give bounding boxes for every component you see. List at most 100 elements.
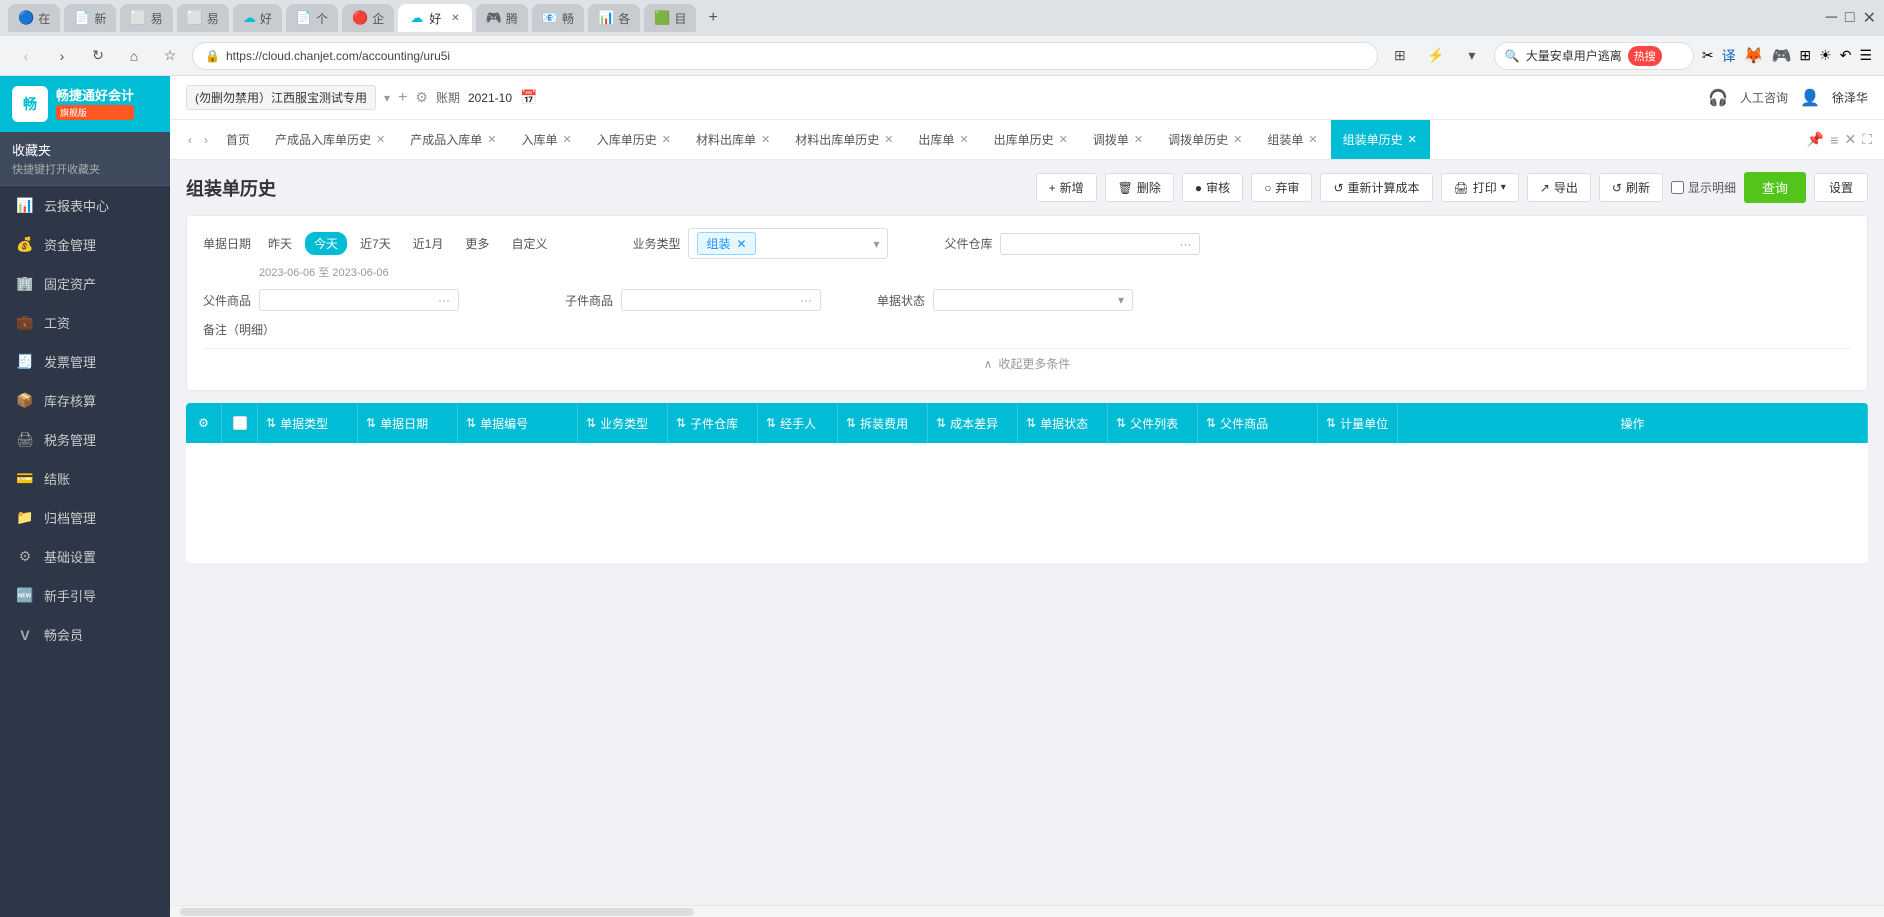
- qr-code-btn[interactable]: ⊞: [1386, 42, 1414, 70]
- nav-left-arrow[interactable]: ‹: [182, 133, 198, 147]
- tab-8-close[interactable]: ✕: [451, 13, 459, 24]
- ai-consult-label[interactable]: 人工咨询: [1740, 89, 1788, 106]
- approve-button[interactable]: ● 审核: [1182, 173, 1243, 202]
- nav-in-history-close[interactable]: ✕: [662, 133, 671, 146]
- history-icon[interactable]: ↶: [1840, 47, 1852, 64]
- lightning-btn[interactable]: ⚡: [1422, 42, 1450, 70]
- custom-btn[interactable]: 自定义: [502, 232, 556, 255]
- th-order-type[interactable]: ⇅ 单据类型: [258, 403, 358, 443]
- tab-7[interactable]: 🔴 企: [342, 4, 394, 32]
- tab-2[interactable]: 📄 新: [64, 4, 116, 32]
- nav-assembly-history[interactable]: 组装单历史 ✕: [1331, 120, 1430, 160]
- print-button[interactable]: 🖨 打印 ▾: [1441, 173, 1519, 202]
- select-all-checkbox[interactable]: [233, 416, 247, 430]
- nav-transfer[interactable]: 调拨单 ✕: [1081, 120, 1156, 160]
- minimize-btn[interactable]: ─: [1826, 9, 1837, 27]
- th-order-no[interactable]: ⇅ 单据编号: [458, 403, 578, 443]
- yesterday-btn[interactable]: 昨天: [259, 232, 301, 255]
- nav-produce-in-close[interactable]: ✕: [487, 133, 496, 146]
- order-status-selector[interactable]: ▾: [933, 289, 1133, 311]
- address-bar[interactable]: 🔒 https://cloud.chanjet.com/accounting/u…: [192, 42, 1378, 70]
- back-btn[interactable]: ‹: [12, 42, 40, 70]
- nav-in-order-close[interactable]: ✕: [563, 133, 572, 146]
- parent-goods-selector[interactable]: ···: [259, 289, 459, 311]
- th-checkbox[interactable]: [222, 403, 258, 443]
- forward-btn[interactable]: ›: [48, 42, 76, 70]
- nav-in-order[interactable]: 入库单 ✕: [509, 120, 584, 160]
- sidebar-item-inventory[interactable]: 📦 库存核算: [0, 381, 170, 420]
- sidebar-item-basic-settings[interactable]: ⚙ 基础设置: [0, 537, 170, 576]
- nav-close-all-icon[interactable]: ✕: [1844, 131, 1856, 148]
- nav-more-icon[interactable]: ≡: [1830, 132, 1838, 148]
- nav-assembly-order[interactable]: 组装单 ✕: [1255, 120, 1330, 160]
- today-btn[interactable]: 今天: [305, 232, 347, 255]
- export-button[interactable]: ↗ 导出: [1527, 173, 1591, 202]
- address-dropdown-btn[interactable]: ▾: [1458, 42, 1486, 70]
- calendar-icon[interactable]: 📅: [520, 89, 537, 106]
- sidebar-item-membership[interactable]: V 畅会员: [0, 615, 170, 654]
- horizontal-scrollbar[interactable]: [180, 908, 694, 916]
- maximize-btn[interactable]: □: [1845, 9, 1855, 27]
- add-company-btn[interactable]: +: [398, 89, 407, 107]
- nav-right-arrow[interactable]: ›: [198, 133, 214, 147]
- nav-material-out-history[interactable]: 材料出库单历史 ✕: [783, 120, 906, 160]
- tab-3[interactable]: ⬜ 易: [120, 4, 172, 32]
- tab-11[interactable]: 📊 各: [588, 4, 640, 32]
- th-disassemble-fee[interactable]: ⇅ 拆装费用: [838, 403, 928, 443]
- th-unit[interactable]: ⇅ 计量单位: [1318, 403, 1398, 443]
- week-btn[interactable]: 近7天: [351, 232, 400, 255]
- sun-icon[interactable]: ☀: [1819, 47, 1832, 64]
- reload-btn[interactable]: ↻: [84, 42, 112, 70]
- tab-9[interactable]: 🎮 腾: [476, 4, 528, 32]
- nav-out-order-close[interactable]: ✕: [959, 133, 968, 146]
- nav-produce-in-history-close[interactable]: ✕: [376, 133, 385, 146]
- home-btn[interactable]: ⌂: [120, 42, 148, 70]
- sidebar-item-fixed-assets[interactable]: 🏢 固定资产: [0, 264, 170, 303]
- settings-button[interactable]: 设置: [1814, 173, 1868, 202]
- sidebar-bookmark[interactable]: 收藏夹 快捷键打开收藏夹: [0, 132, 170, 186]
- nav-produce-in-history[interactable]: 产成品入库单历史 ✕: [263, 120, 398, 160]
- th-child-warehouse[interactable]: ⇅ 子件仓库: [668, 403, 758, 443]
- show-detail-checkbox-label[interactable]: 显示明细: [1671, 179, 1736, 196]
- nav-transfer-history[interactable]: 调拨单历史 ✕: [1156, 120, 1255, 160]
- gear-icon[interactable]: ⚙: [415, 89, 428, 106]
- th-biz-type[interactable]: ⇅ 业务类型: [578, 403, 668, 443]
- company-selector[interactable]: (勿删勿禁用）江西服宝测试专用 ▾ + ⚙ 账期 2021-10 📅: [186, 85, 537, 110]
- th-parent-list[interactable]: ⇅ 父件列表: [1108, 403, 1198, 443]
- refresh-button[interactable]: ↺ 刷新: [1599, 173, 1663, 202]
- abandon-button[interactable]: ○ 弃审: [1251, 173, 1312, 202]
- child-goods-selector[interactable]: ···: [621, 289, 821, 311]
- translate-icon[interactable]: 译: [1722, 46, 1736, 66]
- month-btn[interactable]: 近1月: [404, 232, 453, 255]
- sidebar-item-guide[interactable]: 🆕 新手引导: [0, 576, 170, 615]
- nav-assembly-history-close[interactable]: ✕: [1408, 133, 1417, 146]
- add-button[interactable]: + 新增: [1036, 173, 1097, 202]
- query-button[interactable]: 查询: [1744, 172, 1806, 203]
- th-settings[interactable]: ⚙: [186, 403, 222, 443]
- tab-1[interactable]: 🔵 在: [8, 4, 60, 32]
- nav-fullscreen-icon[interactable]: ⛶: [1862, 131, 1872, 148]
- emoji-icon[interactable]: 🦊: [1744, 46, 1764, 66]
- nav-in-history[interactable]: 入库单历史 ✕: [585, 120, 684, 160]
- nav-produce-in[interactable]: 产成品入库单 ✕: [398, 120, 509, 160]
- search-bar[interactable]: 🔍 大量安卓用户逃离 热搜: [1494, 42, 1694, 70]
- tab-12[interactable]: 🟩 目: [644, 4, 696, 32]
- biz-type-tag-close[interactable]: ✕: [736, 237, 746, 251]
- th-order-date[interactable]: ⇅ 单据日期: [358, 403, 458, 443]
- collapse-btn[interactable]: ∧ 收起更多条件: [203, 348, 1851, 378]
- more-btn[interactable]: 更多: [456, 232, 498, 255]
- tab-10[interactable]: 📧 畅: [532, 4, 584, 32]
- menu-icon[interactable]: ☰: [1859, 47, 1872, 64]
- nav-material-out-close[interactable]: ✕: [761, 133, 770, 146]
- grid-icon[interactable]: ⊞: [1799, 47, 1811, 64]
- sidebar-item-payroll[interactable]: 💼 工资: [0, 303, 170, 342]
- nav-out-history-close[interactable]: ✕: [1059, 133, 1068, 146]
- th-parent-goods[interactable]: ⇅ 父件商品: [1198, 403, 1318, 443]
- tab-4[interactable]: ⬜ 易: [177, 4, 229, 32]
- nav-pin-icon[interactable]: 📌: [1807, 131, 1824, 148]
- nav-transfer-history-close[interactable]: ✕: [1233, 133, 1242, 146]
- nav-material-out[interactable]: 材料出库单 ✕: [684, 120, 783, 160]
- sidebar-item-tax[interactable]: 🖨 税务管理: [0, 420, 170, 459]
- nav-material-out-history-close[interactable]: ✕: [884, 133, 893, 146]
- tab-8-active[interactable]: ☁ 好 ✕: [398, 4, 471, 32]
